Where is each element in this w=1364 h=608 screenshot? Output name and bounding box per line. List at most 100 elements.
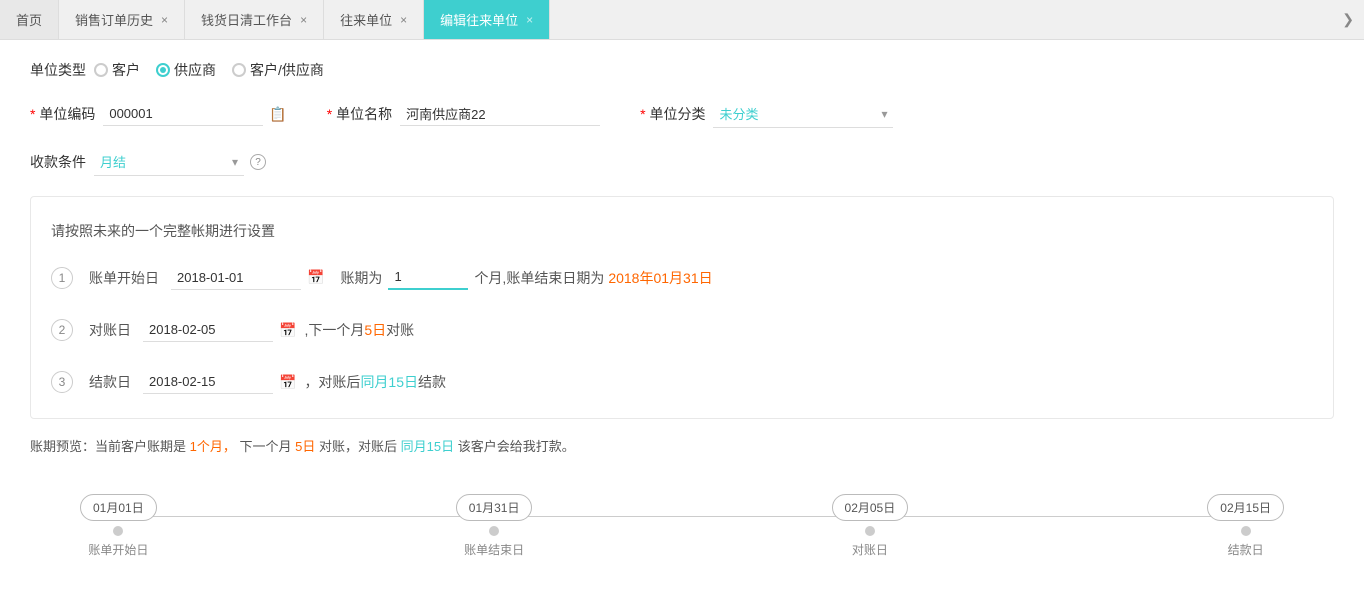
tab-partner-units-close[interactable]: × [400,13,407,27]
step-3-date-input[interactable] [143,370,273,394]
unit-code-icon[interactable]: 📋 [269,106,286,123]
chevron-down-icon: ▾ [881,107,887,121]
step-3-num: 3 [51,371,73,393]
billing-section: 请按照未来的一个完整帐期进行设置 1 账单开始日 📅 账期为 个月,账单结束日期… [30,196,1334,419]
step-2-suffix-highlight: 5日 [364,320,386,340]
step-3-row: 3 结款日 📅 ，对账后 同月15日 结款 [51,370,1313,394]
timeline-section: 01月01日 账单开始日 01月31日 账单结束日 02月05日 对账日 [30,478,1334,568]
unit-category-value: 未分类 [719,104,877,123]
tab-home-label: 首页 [16,10,42,29]
timeline-nodes: 01月01日 账单开始日 01月31日 账单结束日 02月05日 对账日 [80,494,1284,558]
unit-name-input[interactable] [400,102,600,126]
unit-category-select[interactable]: 未分类 ▾ [713,100,893,128]
tab-more-button[interactable]: ❯ [1332,0,1364,39]
radio-supplier-circle [156,63,170,77]
timeline-label-3: 对账日 [852,541,888,558]
unit-name-label: 单位名称 [327,104,392,124]
timeline-label-1: 账单开始日 [88,541,148,558]
preview-part1: 1个月， [190,439,236,454]
step-3-label: 结款日 [89,372,131,392]
tab-partner-units-label: 往来单位 [340,10,392,29]
timeline-bubble-4: 02月15日 [1207,494,1284,521]
radio-customer[interactable]: 客户 [94,60,140,80]
step-1-period-label: 账期为 [340,268,382,288]
main-content: 单位类型 客户 供应商 客户/供应商 单位编码 000001 [0,40,1364,608]
payment-terms-row: 收款条件 月结 ▾ ? [30,148,1334,176]
payment-terms-field: 收款条件 月结 ▾ ? [30,148,266,176]
preview-prefix: 账期预览：当前客户账期是 [30,439,186,454]
timeline-dot-1 [113,526,123,536]
timeline-node-3: 02月05日 对账日 [832,494,909,558]
timeline-label-4: 结款日 [1228,541,1264,558]
radio-both[interactable]: 客户/供应商 [232,60,324,80]
step-2-row: 2 对账日 📅 ,下一个月 5日 对账 [51,318,1313,342]
timeline-bubble-1: 01月01日 [80,494,157,521]
tab-cash-workbench[interactable]: 钱货日清工作台 × [185,0,324,39]
preview-part2-highlight: 5日 [295,439,315,454]
radio-supplier[interactable]: 供应商 [156,60,216,80]
unit-info-row: 单位编码 000001 📋 单位名称 单位分类 未分类 ▾ [30,100,1334,128]
timeline-bubble-3: 02月05日 [832,494,909,521]
timeline-label-2: 账单结束日 [464,541,524,558]
preview-part2: 下一个月 [240,439,292,454]
unit-type-row: 单位类型 客户 供应商 客户/供应商 [30,60,1334,80]
unit-code-label: 单位编码 [30,104,95,124]
tab-bar: 首页 销售订单历史 × 钱货日清工作台 × 往来单位 × 编辑往来单位 × ❯ [0,0,1364,40]
payment-chevron-icon: ▾ [232,155,238,169]
unit-type-radio-group: 客户 供应商 客户/供应商 [94,60,324,80]
step-3-suffix-highlight: 同月15日 [360,372,418,392]
unit-category-field: 单位分类 未分类 ▾ [640,100,893,128]
step-1-period-unit: 个月,账单结束日期为 [474,268,604,288]
preview-part3-highlight: 同月15日 [401,439,454,454]
step-2-suffix-before: ,下一个月 [304,320,364,340]
radio-supplier-label: 供应商 [174,60,216,80]
timeline-dot-2 [489,526,499,536]
help-icon[interactable]: ? [250,154,266,170]
step-1-period-end: 2018年01月31日 [608,268,712,288]
tab-edit-partner[interactable]: 编辑往来单位 × [424,0,550,39]
step-3-suffix-before: ，对账后 [304,372,360,392]
payment-terms-select[interactable]: 月结 ▾ [94,148,244,176]
preview-section: 账期预览：当前客户账期是 1个月， 下一个月 5日 对账，对账后 同月15日 该… [30,435,1334,458]
unit-code-input[interactable]: 000001 [103,102,263,126]
tab-cash-workbench-close[interactable]: × [300,13,307,27]
timeline-dot-4 [1241,526,1251,536]
radio-customer-circle [94,63,108,77]
step-1-date-input[interactable] [171,266,301,290]
step-3-calendar-icon[interactable]: 📅 [279,374,296,391]
radio-both-label: 客户/供应商 [250,60,324,80]
step-1-period-input[interactable] [388,265,468,290]
unit-category-label: 单位分类 [640,104,705,124]
tab-sales-history-label: 销售订单历史 [75,10,153,29]
tab-partner-units[interactable]: 往来单位 × [324,0,424,39]
step-1-calendar-icon[interactable]: 📅 [307,269,324,286]
section-description: 请按照未来的一个完整帐期进行设置 [51,221,1313,241]
step-3-suffix-after: 结款 [418,372,446,392]
tab-edit-partner-label: 编辑往来单位 [440,10,518,29]
tab-cash-workbench-label: 钱货日清工作台 [201,10,292,29]
step-1-num: 1 [51,267,73,289]
preview-part4: 该客户会给我打款。 [458,439,575,454]
unit-code-field: 单位编码 000001 📋 [30,102,287,126]
tab-edit-partner-close[interactable]: × [526,13,533,27]
preview-part3: 对账，对账后 [319,439,397,454]
unit-type-field: 单位类型 客户 供应商 客户/供应商 [30,60,324,80]
unit-name-field: 单位名称 [327,102,600,126]
step-1-row: 1 账单开始日 📅 账期为 个月,账单结束日期为 2018年01月31日 [51,265,1313,290]
timeline-node-1: 01月01日 账单开始日 [80,494,157,558]
tab-sales-history[interactable]: 销售订单历史 × [59,0,185,39]
tab-sales-history-close[interactable]: × [161,13,168,27]
step-2-suffix-after: 对账 [386,320,414,340]
timeline-bubble-2: 01月31日 [456,494,533,521]
timeline-dot-3 [865,526,875,536]
radio-customer-label: 客户 [112,60,140,80]
step-1-label: 账单开始日 [89,268,159,288]
radio-both-circle [232,63,246,77]
step-2-calendar-icon[interactable]: 📅 [279,322,296,339]
tab-home[interactable]: 首页 [0,0,59,39]
timeline-node-4: 02月15日 结款日 [1207,494,1284,558]
step-2-date-input[interactable] [143,318,273,342]
payment-terms-value: 月结 [100,152,228,171]
step-2-label: 对账日 [89,320,131,340]
unit-type-label: 单位类型 [30,60,86,80]
